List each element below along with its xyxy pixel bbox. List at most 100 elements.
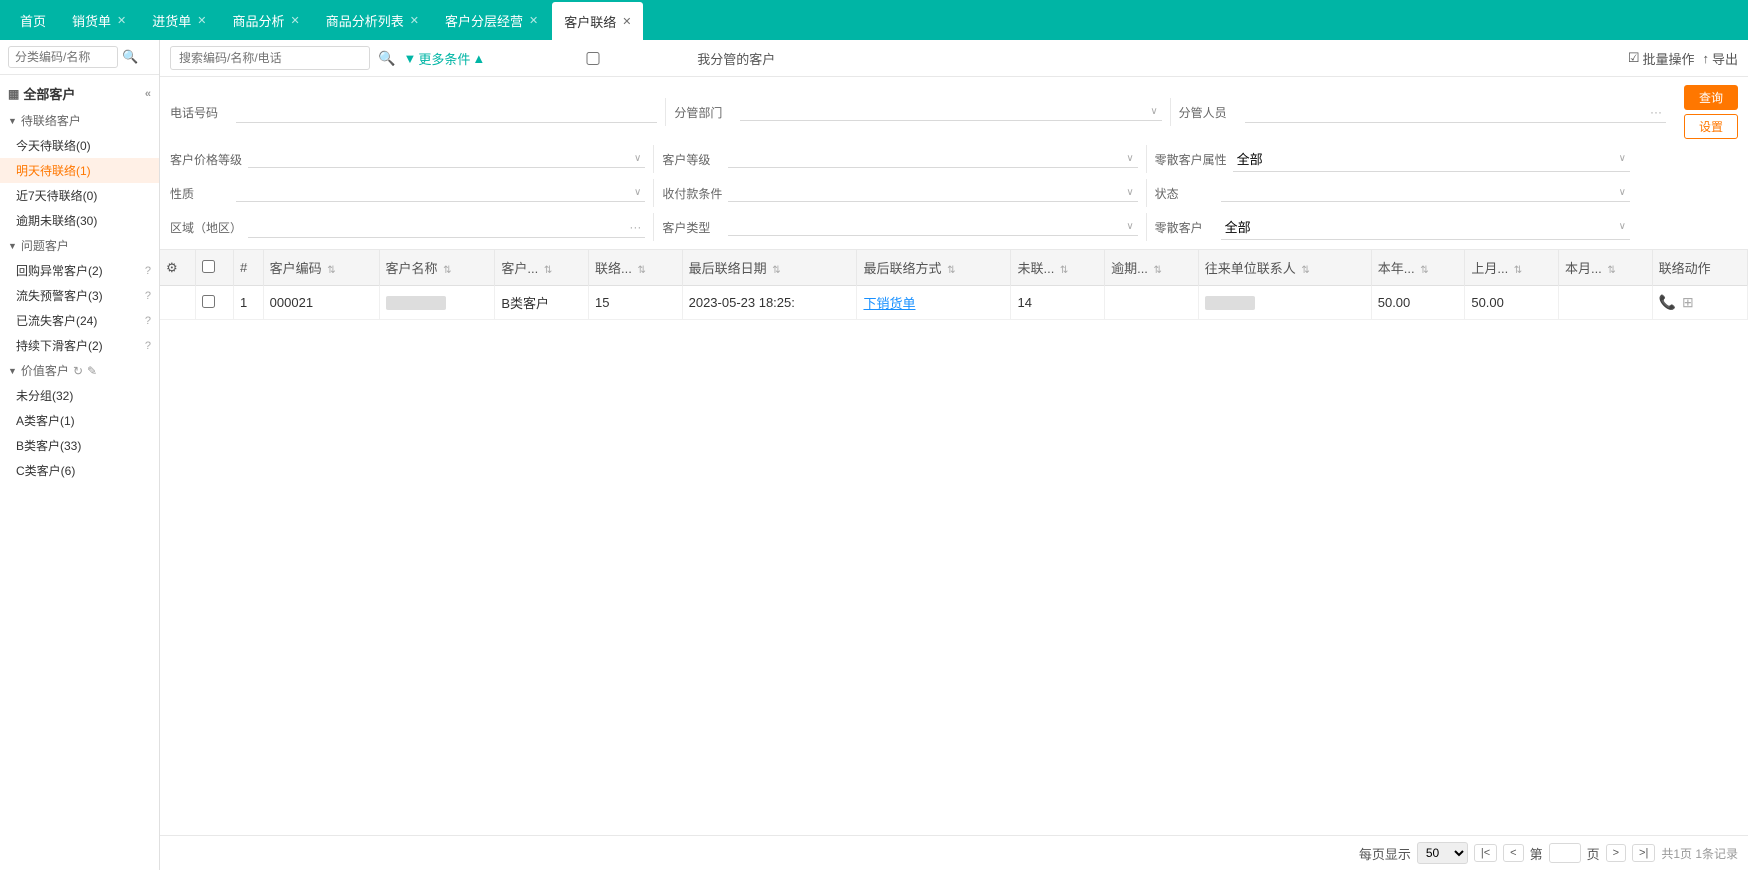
sort-date-icon: ⇅ [772,265,780,276]
settings-button[interactable]: 设置 [1684,114,1738,139]
filter-row-3: 性质 ∨ 收付款条件 ∨ 状态 ∨ [170,179,1738,207]
close-purchase-order-icon[interactable]: ✕ [197,14,206,27]
export-button[interactable]: ↑ 导出 [1702,49,1738,68]
nav-customer-tiering[interactable]: 客户分层经营 ✕ [433,0,550,40]
checkbox-icon: ☑ [1628,50,1640,66]
sidebar-search-icon[interactable]: 🔍 [122,49,138,65]
help-icon-2: ? [145,290,151,302]
row-checkbox[interactable] [202,295,215,308]
table-header-row: ⚙ # 客户编码 ⇅ 客户名称 ⇅ 客户... ⇅ 联络... ⇅ 最后联络日期… [160,250,1748,286]
query-button[interactable]: 查询 [1684,85,1738,110]
cell-checkbox[interactable] [195,286,233,320]
nav-sales-order[interactable]: 销货单 ✕ [60,0,138,40]
filter-customer-type: 客户类型 ∨ [662,218,1137,236]
refresh-icon[interactable]: ↻ [73,364,83,378]
col-contacts[interactable]: 联络... ⇅ [589,250,683,286]
col-type[interactable]: 客户... ⇅ [495,250,589,286]
sidebar-item-repurchase-abnormal[interactable]: 回购异常客户(2) ? [0,258,159,283]
filter-region-select[interactable]: ··· [248,217,645,238]
top-navigation: 首页 销货单 ✕ 进货单 ✕ 商品分析 ✕ 商品分析列表 ✕ 客户分层经营 ✕ … [0,0,1748,40]
col-actions: 联络动作 [1652,250,1747,286]
sort-lastmonth-icon: ⇅ [1514,265,1522,276]
col-overdue[interactable]: 逾期... ⇅ [1105,250,1199,286]
sidebar-item-7days-pending[interactable]: 近7天待联络(0) [0,183,159,208]
sidebar-item-tomorrow-pending[interactable]: 明天待联络(1) [0,158,159,183]
nav-product-analysis[interactable]: 商品分析 ✕ [220,0,311,40]
col-code[interactable]: 客户编码 ⇅ [263,250,379,286]
sidebar-item-ungrouped[interactable]: 未分组(32) [0,383,159,408]
sidebar-item-declining[interactable]: 持续下滑客户(2) ? [0,333,159,358]
col-last-date[interactable]: 最后联络日期 ⇅ [682,250,857,286]
search-input[interactable] [170,46,370,70]
close-customer-tiering-icon[interactable]: ✕ [529,14,538,27]
customer-table: ⚙ # 客户编码 ⇅ 客户名称 ⇅ 客户... ⇅ 联络... ⇅ 最后联络日期… [160,250,1748,320]
more-conditions-button[interactable]: ▼ 更多条件 ▲ [403,49,485,68]
filter-nature-label: 性质 [170,185,230,202]
sidebar-item-churned[interactable]: 已流失客户(24) ? [0,308,159,333]
close-product-analysis-icon[interactable]: ✕ [291,14,300,27]
action-icons-container: 📞 ⊞ [1659,294,1741,311]
close-product-analysis-list-icon[interactable]: ✕ [410,14,419,27]
cell-last-method[interactable]: 下销货单 [857,286,1011,320]
sidebar-item-overdue-pending[interactable]: 逾期未联络(30) [0,208,159,233]
col-checkbox[interactable] [195,250,233,286]
sort-code-icon: ⇅ [327,265,335,276]
col-last-month[interactable]: 上月... ⇅ [1465,250,1559,286]
filter-customer-type-select[interactable]: ∨ [728,218,1137,236]
nav-product-analysis-list[interactable]: 商品分析列表 ✕ [314,0,431,40]
col-this-year[interactable]: 本年... ⇅ [1371,250,1465,286]
col-this-month[interactable]: 本月... ⇅ [1558,250,1652,286]
sidebar-item-today-pending[interactable]: 今天待联络(0) [0,133,159,158]
col-contact-person[interactable]: 往来单位联系人 ⇅ [1198,250,1371,286]
nav-customer-contact[interactable]: 客户联络 ✕ [552,2,643,40]
edit-value-icon[interactable]: ✎ [87,364,97,378]
close-customer-contact-icon[interactable]: ✕ [622,15,631,28]
nav-purchase-order[interactable]: 进货单 ✕ [140,0,218,40]
sidebar-item-churn-warning[interactable]: 流失预警客户(3) ? [0,283,159,308]
search-button-icon[interactable]: 🔍 [378,50,395,67]
col-name[interactable]: 客户名称 ⇅ [379,250,495,286]
sidebar-item-class-a[interactable]: A类客户(1) [0,408,159,433]
filter-dept-select[interactable]: ∨ [740,103,1161,121]
page-number-input[interactable]: 1 [1549,843,1581,863]
page-size-select[interactable]: 50 10 20 100 [1417,842,1468,864]
filter-retail-attr-select[interactable]: 全部 ∨ [1233,146,1630,172]
filter-phone-input[interactable] [236,102,657,123]
my-customers-checkbox[interactable] [493,52,693,65]
close-sales-order-icon[interactable]: ✕ [117,14,126,27]
filter-retail-customer-select[interactable]: 全部 ∨ [1221,214,1630,240]
filter-status-label: 状态 [1155,185,1215,202]
cell-last-date: 2023-05-23 18:25: [682,286,857,320]
col-index: # [234,250,264,286]
nav-home[interactable]: 首页 [8,0,58,40]
sidebar-item-class-c[interactable]: C类客户(6) [0,458,159,483]
sidebar-search-input[interactable] [8,46,118,68]
col-not-contacted[interactable]: 未联... ⇅ [1011,250,1105,286]
col-settings[interactable]: ⚙ [160,250,195,286]
sidebar-item-class-b[interactable]: B类客户(33) [0,433,159,458]
select-all-checkbox[interactable] [202,260,215,273]
action-phone-icon[interactable]: 📞 [1659,294,1676,311]
last-method-link[interactable]: 下销货单 [863,296,915,311]
sidebar-search-area: 🔍 [0,40,159,75]
filter-payment-select[interactable]: ∨ [728,184,1137,202]
filter-person-select[interactable]: ··· [1245,102,1666,123]
first-page-button[interactable]: |< [1474,844,1497,862]
filter-status: 状态 ∨ [1155,184,1630,202]
filter-customer-level-select[interactable]: ∨ [728,150,1137,168]
filter-region: 区域（地区） ··· [170,217,645,238]
cell-this-year: 50.00 [1371,286,1465,320]
filter-price-level-select[interactable]: ∨ [248,150,645,168]
last-page-button[interactable]: >| [1632,844,1655,862]
filter-nature-select[interactable]: ∨ [236,184,645,202]
filter-retail-customer: 零散客户 全部 ∨ [1155,214,1630,240]
all-customers-header[interactable]: ▦ 全部客户 « [0,79,159,108]
my-customers-checkbox-label[interactable]: 我分管的客户 [493,49,775,68]
batch-operation-button[interactable]: ☑ 批量操作 [1628,49,1695,68]
col-last-method[interactable]: 最后联络方式 ⇅ [857,250,1011,286]
cell-this-month [1558,286,1652,320]
next-page-button[interactable]: > [1606,844,1626,862]
action-grid-icon[interactable]: ⊞ [1682,294,1694,311]
prev-page-button[interactable]: < [1503,844,1523,862]
filter-status-select[interactable]: ∨ [1221,184,1630,202]
